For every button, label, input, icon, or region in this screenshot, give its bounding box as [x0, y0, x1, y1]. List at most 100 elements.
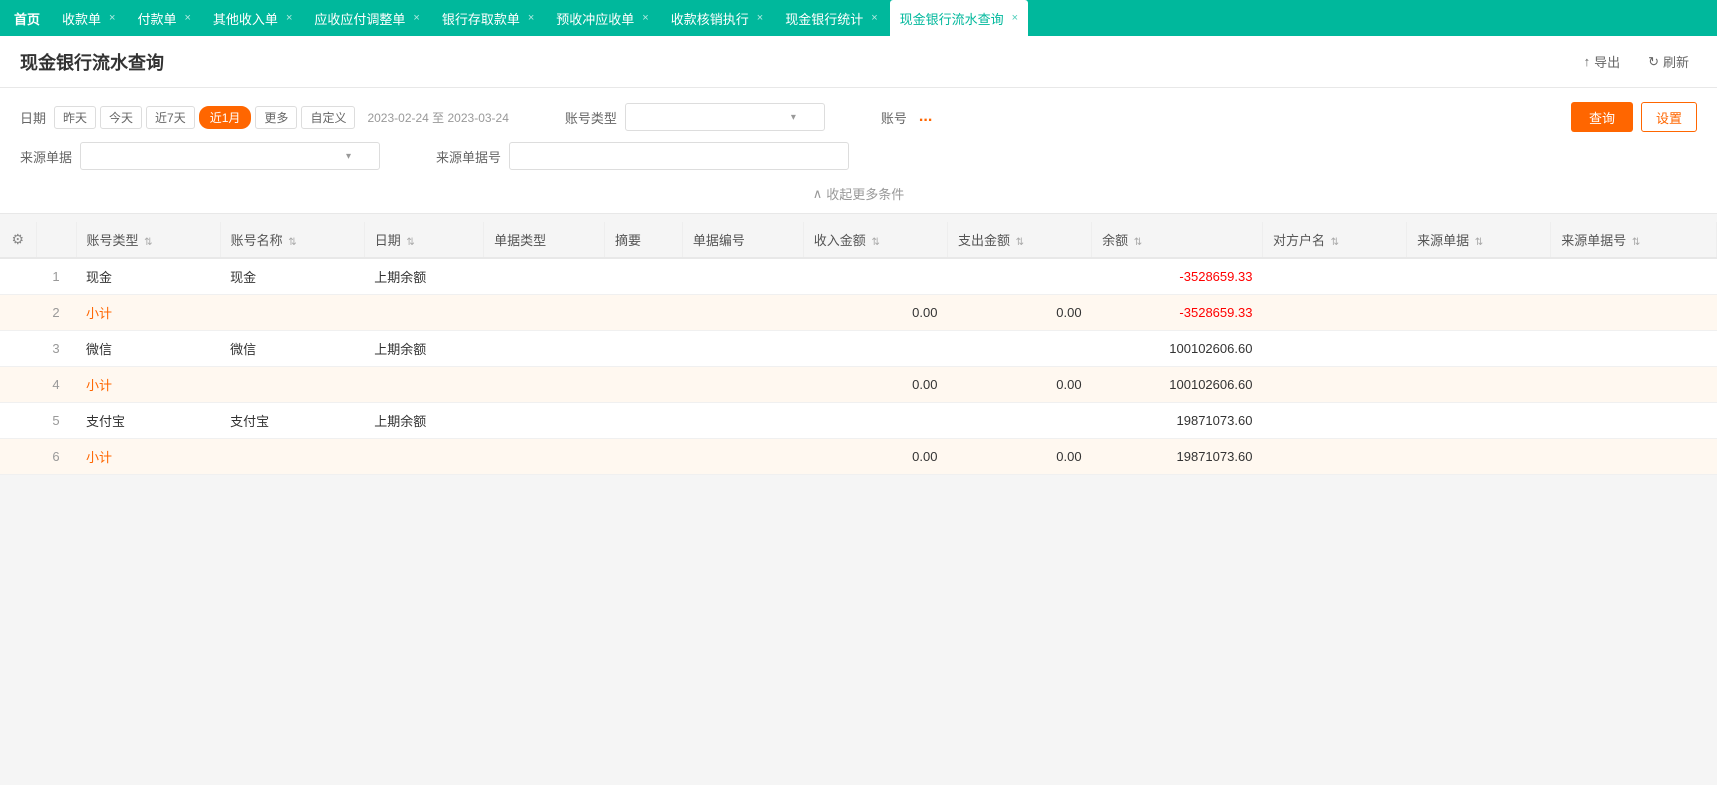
cell-source-doc [1407, 258, 1551, 295]
date-label: 日期 [20, 108, 46, 127]
row-num: 6 [36, 439, 76, 475]
th-expense-sort: ⇅ [1016, 237, 1024, 248]
cell-date: 上期余额 [364, 403, 483, 439]
cell-income [803, 331, 947, 367]
th-num [36, 222, 76, 258]
th-date[interactable]: 日期 ⇅ [364, 222, 483, 258]
th-account-name-label: 账号名称 [231, 233, 283, 248]
nav-item-other-income[interactable]: 其他收入单 × [203, 0, 302, 36]
nav-payments-close[interactable]: × [184, 12, 190, 24]
th-doc-type[interactable]: 单据类型 [484, 222, 605, 258]
export-button[interactable]: ↑ 导出 [1576, 48, 1629, 75]
cell-doc-no [682, 439, 803, 475]
nav-bank-deposit-close[interactable]: × [528, 12, 534, 24]
th-source-doc-no[interactable]: 来源单据号 ⇅ [1551, 222, 1717, 258]
row-num: 3 [36, 331, 76, 367]
nav-collection-exec-label: 收款核销执行 [671, 9, 749, 28]
th-settings[interactable]: ⚙ [0, 222, 36, 258]
row-num: 4 [36, 367, 76, 403]
th-doc-no[interactable]: 单据编号 [682, 222, 803, 258]
account-dots[interactable]: ... [915, 108, 936, 126]
nav-other-income-close[interactable]: × [286, 12, 292, 24]
gear-icon[interactable]: ⚙ [11, 231, 24, 247]
date-btn-custom[interactable]: 自定义 [301, 106, 355, 129]
nav-cash-bank-flow-close[interactable]: × [1012, 12, 1018, 24]
cell-expense: 0.00 [947, 367, 1091, 403]
cell-doc-type [484, 331, 605, 367]
settings-button[interactable]: 设置 [1641, 102, 1697, 132]
cell-account-type: 小计 [76, 439, 220, 475]
cell-summary [605, 439, 683, 475]
nav-cash-bank-stats-label: 现金银行统计 [785, 9, 863, 28]
source-doc-label: 来源单据 [20, 147, 72, 166]
refresh-icon: ↻ [1648, 54, 1659, 70]
cell-income [803, 403, 947, 439]
collapse-bar[interactable]: ∧ 收起更多条件 [20, 180, 1697, 203]
cell-expense: 0.00 [947, 439, 1091, 475]
date-btn-7days[interactable]: 近7天 [146, 106, 195, 129]
nav-item-collection-exec[interactable]: 收款核销执行 × [661, 0, 773, 36]
th-counterparty[interactable]: 对方户名 ⇅ [1262, 222, 1406, 258]
cell-doc-no [682, 403, 803, 439]
table-row: 4小计0.000.00100102606.60 [0, 367, 1717, 403]
top-navigation: 首页 收款单 × 付款单 × 其他收入单 × 应收应付调整单 × 银行存取款单 … [0, 0, 1717, 36]
date-filter-group: 日期 昨天 今天 近7天 近1月 更多 自定义 2023-02-24 至 202… [20, 106, 509, 129]
nav-ar-ap-adjust-close[interactable]: × [413, 12, 419, 24]
nav-item-advance-offset[interactable]: 预收冲应收单 × [546, 0, 658, 36]
table-row: 3微信微信上期余额100102606.60 [0, 331, 1717, 367]
nav-item-receipts[interactable]: 收款单 × [52, 0, 125, 36]
query-button[interactable]: 查询 [1571, 102, 1633, 132]
refresh-button[interactable]: ↻ 刷新 [1640, 48, 1697, 75]
account-type-label: 账号类型 [565, 108, 617, 127]
cell-doc-type [484, 439, 605, 475]
nav-advance-offset-close[interactable]: × [642, 12, 648, 24]
cell-doc-type [484, 295, 605, 331]
page-header: 现金银行流水查询 ↑ 导出 ↻ 刷新 [0, 36, 1717, 88]
nav-item-cash-bank-stats[interactable]: 现金银行统计 × [775, 0, 887, 36]
nav-cash-bank-stats-close[interactable]: × [871, 12, 877, 24]
source-doc-no-input[interactable] [509, 142, 849, 170]
cell-counterparty [1262, 439, 1406, 475]
cell-counterparty [1262, 403, 1406, 439]
action-buttons: 查询 设置 [1571, 102, 1697, 132]
nav-item-cash-bank-flow[interactable]: 现金银行流水查询 × [890, 0, 1028, 36]
nav-item-home[interactable]: 首页 [4, 0, 50, 36]
nav-home-label: 首页 [14, 9, 40, 28]
th-account-type[interactable]: 账号类型 ⇅ [76, 222, 220, 258]
collapse-label: 收起更多条件 [826, 184, 904, 203]
nav-item-ar-ap-adjust[interactable]: 应收应付调整单 × [304, 0, 429, 36]
th-income[interactable]: 收入金额 ⇅ [803, 222, 947, 258]
cell-counterparty [1262, 258, 1406, 295]
cell-summary [605, 258, 683, 295]
account-type-select[interactable]: ▾ [625, 103, 825, 131]
th-date-sort: ⇅ [406, 237, 414, 248]
th-summary[interactable]: 摘要 [605, 222, 683, 258]
cell-account-name: 微信 [220, 331, 364, 367]
th-source-doc[interactable]: 来源单据 ⇅ [1407, 222, 1551, 258]
source-doc-select[interactable]: ▾ [80, 142, 380, 170]
date-btn-yesterday[interactable]: 昨天 [54, 106, 96, 129]
th-source-doc-label: 来源单据 [1417, 233, 1469, 248]
nav-item-bank-deposit[interactable]: 银行存取款单 × [432, 0, 544, 36]
cell-balance: 19871073.60 [1092, 439, 1263, 475]
nav-receipts-close[interactable]: × [109, 12, 115, 24]
date-btn-more[interactable]: 更多 [255, 106, 297, 129]
nav-item-payments[interactable]: 付款单 × [127, 0, 200, 36]
nav-collection-exec-close[interactable]: × [757, 12, 763, 24]
th-expense[interactable]: 支出金额 ⇅ [947, 222, 1091, 258]
cell-account-type: 现金 [76, 258, 220, 295]
th-counterparty-label: 对方户名 [1273, 233, 1325, 248]
th-income-sort: ⇅ [871, 237, 879, 248]
cell-date [364, 295, 483, 331]
date-buttons: 昨天 今天 近7天 近1月 更多 自定义 [54, 106, 355, 129]
date-btn-today[interactable]: 今天 [100, 106, 142, 129]
th-balance[interactable]: 余额 ⇅ [1092, 222, 1263, 258]
cell-account-type: 微信 [76, 331, 220, 367]
cell-doc-no [682, 295, 803, 331]
cell-expense: 0.00 [947, 295, 1091, 331]
date-btn-1month[interactable]: 近1月 [199, 106, 252, 129]
th-account-name[interactable]: 账号名称 ⇅ [220, 222, 364, 258]
account-filter-group: 账号 ... [881, 108, 936, 127]
source-doc-chevron: ▾ [346, 151, 351, 162]
table-row: 1现金现金上期余额-3528659.33 [0, 258, 1717, 295]
